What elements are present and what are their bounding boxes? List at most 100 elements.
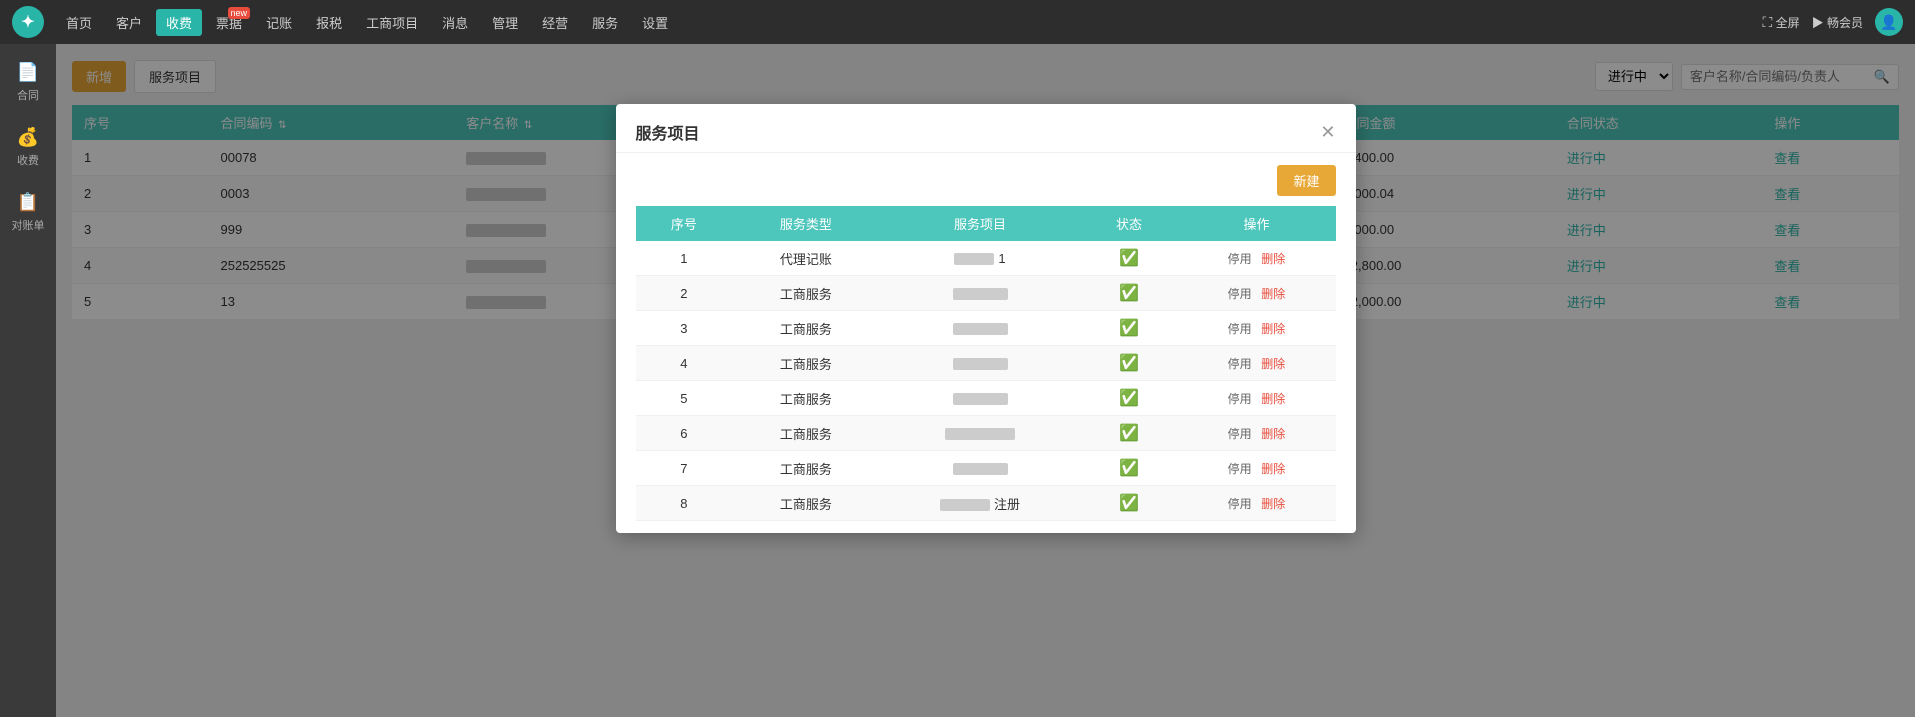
dialog-cell-status: ✅: [1081, 381, 1178, 416]
dialog-cell-item: [879, 346, 1080, 381]
dialog-table-row: 7 工商服务 ✅ 停用 删除: [636, 451, 1336, 486]
dialog-title: 服务项目: [636, 120, 700, 144]
dialog-col-action: 操作: [1177, 206, 1335, 241]
stop-button[interactable]: 停用: [1228, 287, 1252, 301]
dialog-col-item: 服务项目: [879, 206, 1080, 241]
user-avatar[interactable]: 👤: [1875, 8, 1903, 36]
fees-icon: 💰: [17, 127, 39, 148]
status-check-icon: ✅: [1119, 285, 1139, 302]
nav-item-tax[interactable]: 报税: [306, 9, 352, 36]
nav-item-bookkeeping[interactable]: 记账: [256, 9, 302, 36]
nav-item-settings[interactable]: 设置: [632, 9, 678, 36]
nav-item-message[interactable]: 消息: [432, 9, 478, 36]
delete-button[interactable]: 删除: [1261, 357, 1285, 371]
dialog-cell-item: [879, 451, 1080, 486]
status-check-icon: ✅: [1119, 390, 1139, 407]
stop-button[interactable]: 停用: [1228, 427, 1252, 441]
dialog-cell-seq: 7: [636, 451, 733, 486]
sidebar-item-contract[interactable]: 📄 合同: [3, 54, 53, 111]
stop-button[interactable]: 停用: [1228, 462, 1252, 476]
sidebar-item-fees[interactable]: 💰 收费: [3, 119, 53, 176]
dialog-toolbar: 新建: [636, 165, 1336, 196]
top-navigation: ✦ 首页 客户 收费 票据 new 记账 报税 工商项目 消息 管理 经营 服务…: [0, 0, 1915, 44]
delete-button[interactable]: 删除: [1261, 322, 1285, 336]
dialog-table-row: 8 工商服务 注册 ✅ 停用 删除: [636, 486, 1336, 521]
dialog-cell-seq: 4: [636, 346, 733, 381]
dialog-cell-action: 停用 删除: [1177, 416, 1335, 451]
nav-item-commerce[interactable]: 工商项目: [356, 9, 428, 36]
dialog-cell-type: 工商服务: [732, 416, 879, 451]
dialog-cell-seq: 6: [636, 416, 733, 451]
nav-item-fees[interactable]: 收费: [156, 9, 202, 36]
member-btn[interactable]: ▶ 畅会员: [1812, 14, 1863, 31]
nav-item-operations[interactable]: 经营: [532, 9, 578, 36]
dialog-cell-type: 工商服务: [732, 311, 879, 346]
nav-item-service[interactable]: 服务: [582, 9, 628, 36]
fullscreen-icon: ⛶: [1762, 14, 1772, 30]
dialog-cell-action: 停用 删除: [1177, 311, 1335, 346]
dialog-cell-action: 停用 删除: [1177, 346, 1335, 381]
dialog-cell-seq: 2: [636, 276, 733, 311]
sidebar-item-statement-label: 对账单: [12, 217, 45, 233]
dialog-table-row: 2 工商服务 ✅ 停用 删除: [636, 276, 1336, 311]
dialog-cell-action: 停用 删除: [1177, 451, 1335, 486]
dialog-col-status: 状态: [1081, 206, 1178, 241]
app-logo: ✦: [12, 6, 44, 38]
dialog-cell-seq: 3: [636, 311, 733, 346]
nav-item-customer[interactable]: 客户: [106, 9, 152, 36]
delete-button[interactable]: 删除: [1261, 287, 1285, 301]
status-check-icon: ✅: [1119, 460, 1139, 477]
sidebar-item-contract-label: 合同: [17, 87, 39, 103]
dialog-cell-action: 停用 删除: [1177, 241, 1335, 276]
dialog-col-seq: 序号: [636, 206, 733, 241]
stop-button[interactable]: 停用: [1228, 252, 1252, 266]
nav-item-invoice[interactable]: 票据 new: [206, 9, 252, 36]
dialog-cell-type: 工商服务: [732, 451, 879, 486]
dialog-cell-status: ✅: [1081, 346, 1178, 381]
dialog-cell-item: [879, 416, 1080, 451]
dialog-cell-item: 注册: [879, 486, 1080, 521]
dialog-cell-type: 代理记账: [732, 241, 879, 276]
delete-button[interactable]: 删除: [1261, 392, 1285, 406]
dialog-cell-type: 工商服务: [732, 486, 879, 521]
dialog-cell-status: ✅: [1081, 416, 1178, 451]
sidebar-item-fees-label: 收费: [17, 152, 39, 168]
delete-button[interactable]: 删除: [1261, 497, 1285, 511]
dialog-cell-item: 1: [879, 241, 1080, 276]
service-items-table: 序号 服务类型 服务项目 状态 操作 1 代理记账 1 ✅ 停用 删除 2 工商…: [636, 206, 1336, 521]
dialog-cell-status: ✅: [1081, 311, 1178, 346]
dialog-body: 新建 序号 服务类型 服务项目 状态 操作 1 代理记账 1 ✅ 停用: [616, 153, 1356, 533]
dialog-new-button[interactable]: 新建: [1277, 165, 1335, 196]
stop-button[interactable]: 停用: [1228, 322, 1252, 336]
status-check-icon: ✅: [1119, 355, 1139, 372]
dialog-cell-seq: 5: [636, 381, 733, 416]
dialog-cell-type: 工商服务: [732, 381, 879, 416]
delete-button[interactable]: 删除: [1261, 462, 1285, 476]
dialog-close-button[interactable]: ✕: [1320, 122, 1335, 143]
dialog-cell-item: [879, 311, 1080, 346]
status-check-icon: ✅: [1119, 495, 1139, 512]
dialog-cell-seq: 1: [636, 241, 733, 276]
delete-button[interactable]: 删除: [1261, 427, 1285, 441]
statement-icon: 📋: [17, 192, 39, 213]
dialog-cell-item: [879, 276, 1080, 311]
sidebar-item-statement[interactable]: 📋 对账单: [3, 184, 53, 241]
stop-button[interactable]: 停用: [1228, 357, 1252, 371]
nav-item-home[interactable]: 首页: [56, 9, 102, 36]
dialog-table-row: 3 工商服务 ✅ 停用 删除: [636, 311, 1336, 346]
fullscreen-btn[interactable]: ⛶ 全屏: [1762, 14, 1799, 31]
nav-item-manage[interactable]: 管理: [482, 9, 528, 36]
nav-right: ⛶ 全屏 ▶ 畅会员 👤: [1762, 8, 1903, 36]
status-check-icon: ✅: [1119, 250, 1139, 267]
dialog-cell-status: ✅: [1081, 486, 1178, 521]
status-check-icon: ✅: [1119, 320, 1139, 337]
stop-button[interactable]: 停用: [1228, 497, 1252, 511]
dialog-cell-status: ✅: [1081, 241, 1178, 276]
dialog-table-row: 4 工商服务 ✅ 停用 删除: [636, 346, 1336, 381]
status-check-icon: ✅: [1119, 425, 1139, 442]
dialog-cell-type: 工商服务: [732, 276, 879, 311]
dialog-cell-item: [879, 381, 1080, 416]
delete-button[interactable]: 删除: [1261, 252, 1285, 266]
new-badge: new: [228, 7, 251, 19]
stop-button[interactable]: 停用: [1228, 392, 1252, 406]
